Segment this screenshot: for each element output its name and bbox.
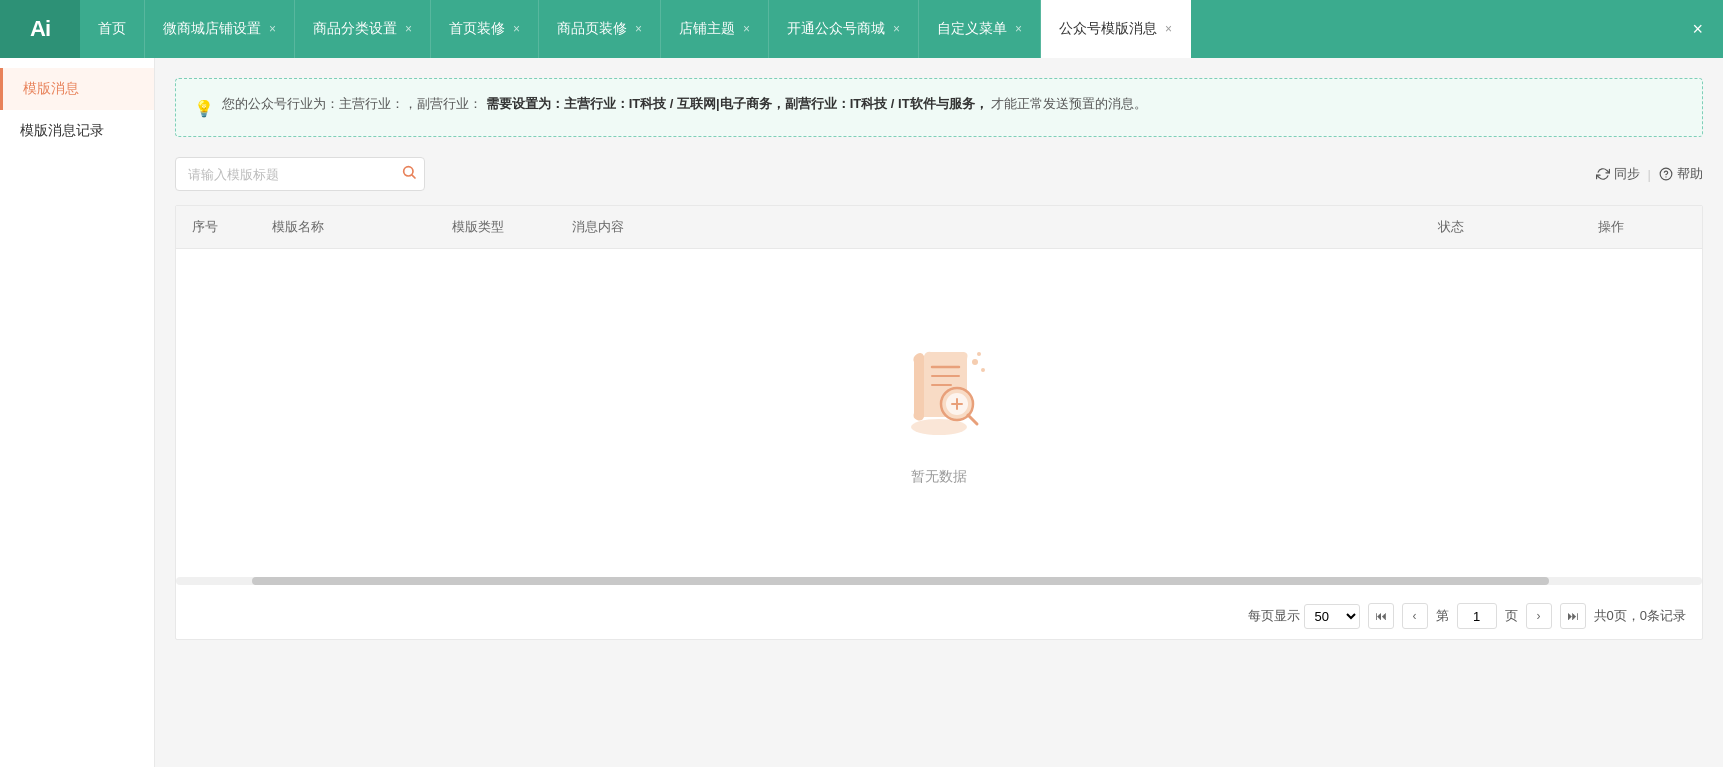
help-icon xyxy=(1659,167,1673,181)
empty-state-text: 暂无数据 xyxy=(911,468,967,486)
tab-store-theme-label: 店铺主题 xyxy=(679,20,735,38)
search-toolbar: 同步 | 帮助 xyxy=(175,157,1703,191)
scroll-thumb[interactable] xyxy=(252,577,1549,585)
help-button[interactable]: 帮助 xyxy=(1659,165,1703,183)
tab-open-mall[interactable]: 开通公众号商城 × xyxy=(769,0,919,58)
tab-template-msg[interactable]: 公众号模版消息 × xyxy=(1041,0,1191,58)
template-table: 序号 模版名称 模版类型 消息内容 状态 操作 xyxy=(175,205,1703,640)
svg-point-15 xyxy=(977,352,981,356)
table-body: 暂无数据 xyxy=(176,249,1702,569)
tab-open-mall-close[interactable]: × xyxy=(893,22,900,36)
tab-product-decor-label: 商品页装修 xyxy=(557,20,627,38)
tab-store-theme[interactable]: 店铺主题 × xyxy=(661,0,769,58)
notice-highlight: 需要设置为：主营行业：IT科技 / 互联网|电子商务，副营行业：IT科技 / I… xyxy=(486,96,988,111)
page-label: 第 xyxy=(1436,607,1449,625)
horizontal-scrollbar[interactable] xyxy=(176,577,1702,585)
tab-category[interactable]: 商品分类设置 × xyxy=(295,0,431,58)
toolbar-divider: | xyxy=(1648,167,1651,182)
next-page-button[interactable]: › xyxy=(1526,603,1552,629)
tab-category-label: 商品分类设置 xyxy=(313,20,397,38)
search-input-wrap xyxy=(175,157,425,191)
tab-home-decor[interactable]: 首页装修 × xyxy=(431,0,539,58)
page-total: 共0页，0条记录 xyxy=(1594,607,1686,625)
sync-icon xyxy=(1596,167,1610,181)
toolbar-right: 同步 | 帮助 xyxy=(1596,165,1703,183)
search-icon xyxy=(401,164,417,180)
tab-custom-menu-close[interactable]: × xyxy=(1015,22,1022,36)
page-size-selector: 每页显示 50 10 20 100 xyxy=(1248,604,1360,629)
notice-text-before: 您的公众号行业为：主营行业：，副营行业： xyxy=(222,96,482,111)
table-header: 序号 模版名称 模版类型 消息内容 状态 操作 xyxy=(176,206,1702,249)
svg-point-14 xyxy=(981,368,985,372)
main-layout: 模版消息 模版消息记录 💡 您的公众号行业为：主营行业：，副营行业： 需要设置为… xyxy=(0,58,1723,767)
search-button[interactable] xyxy=(401,164,417,184)
col-header-name: 模版名称 xyxy=(256,206,436,248)
tab-open-mall-label: 开通公众号商城 xyxy=(787,20,885,38)
empty-illustration xyxy=(879,332,999,452)
tab-template-msg-close[interactable]: × xyxy=(1165,22,1172,36)
per-page-select[interactable]: 50 10 20 100 xyxy=(1304,604,1360,629)
notice-text-after: 才能正常发送预置的消息。 xyxy=(991,96,1147,111)
tab-custom-menu[interactable]: 自定义菜单 × xyxy=(919,0,1041,58)
tab-home-label: 首页 xyxy=(98,20,126,38)
tab-shop-settings-label: 微商城店铺设置 xyxy=(163,20,261,38)
window-close-button[interactable]: × xyxy=(1672,0,1723,58)
tab-template-msg-label: 公众号模版消息 xyxy=(1059,20,1157,38)
content-area: 💡 您的公众号行业为：主营行业：，副营行业： 需要设置为：主营行业：IT科技 /… xyxy=(155,58,1723,767)
sidebar-item-template-msg-records[interactable]: 模版消息记录 xyxy=(0,110,154,152)
tab-shop-settings[interactable]: 微商城店铺设置 × xyxy=(145,0,295,58)
lightbulb-icon: 💡 xyxy=(194,95,214,122)
col-header-action: 操作 xyxy=(1582,206,1702,248)
tab-custom-menu-label: 自定义菜单 xyxy=(937,20,1007,38)
tab-shop-settings-close[interactable]: × xyxy=(269,22,276,36)
tab-product-decor[interactable]: 商品页装修 × xyxy=(539,0,661,58)
prev-page-button[interactable]: ‹ xyxy=(1402,603,1428,629)
tab-home-decor-close[interactable]: × xyxy=(513,22,520,36)
svg-point-13 xyxy=(972,359,978,365)
search-input[interactable] xyxy=(175,157,425,191)
pagination: 每页显示 50 10 20 100 ⏮ ‹ 第 页 › ⏭ 共0页，0条记录 xyxy=(176,593,1702,639)
svg-point-4 xyxy=(911,419,967,435)
last-page-button[interactable]: ⏭ xyxy=(1560,603,1586,629)
tab-product-decor-close[interactable]: × xyxy=(635,22,642,36)
col-header-type: 模版类型 xyxy=(436,206,556,248)
sync-label: 同步 xyxy=(1614,165,1640,183)
help-label: 帮助 xyxy=(1677,165,1703,183)
tab-store-theme-close[interactable]: × xyxy=(743,22,750,36)
per-page-label: 每页显示 xyxy=(1248,607,1300,625)
col-header-status: 状态 xyxy=(1422,206,1582,248)
svg-line-10 xyxy=(968,415,977,424)
sidebar-item-template-msg-label: 模版消息 xyxy=(23,80,79,96)
first-page-button[interactable]: ⏮ xyxy=(1368,603,1394,629)
sidebar-item-template-msg-records-label: 模版消息记录 xyxy=(20,122,104,138)
tab-home-decor-label: 首页装修 xyxy=(449,20,505,38)
app-logo: Ai xyxy=(0,0,80,58)
svg-line-1 xyxy=(412,175,415,178)
sidebar: 模版消息 模版消息记录 xyxy=(0,58,155,767)
page-unit: 页 xyxy=(1505,607,1518,625)
industry-notice: 💡 您的公众号行业为：主营行业：，副营行业： 需要设置为：主营行业：IT科技 /… xyxy=(175,78,1703,137)
sidebar-item-template-msg[interactable]: 模版消息 xyxy=(0,68,154,110)
col-header-content: 消息内容 xyxy=(556,206,1422,248)
tab-bar: Ai 首页 微商城店铺设置 × 商品分类设置 × 首页装修 × 商品页装修 × … xyxy=(0,0,1723,58)
page-number-input[interactable] xyxy=(1457,603,1497,629)
col-header-index: 序号 xyxy=(176,206,256,248)
tab-home[interactable]: 首页 xyxy=(80,0,145,58)
tab-category-close[interactable]: × xyxy=(405,22,412,36)
sync-button[interactable]: 同步 xyxy=(1596,165,1640,183)
